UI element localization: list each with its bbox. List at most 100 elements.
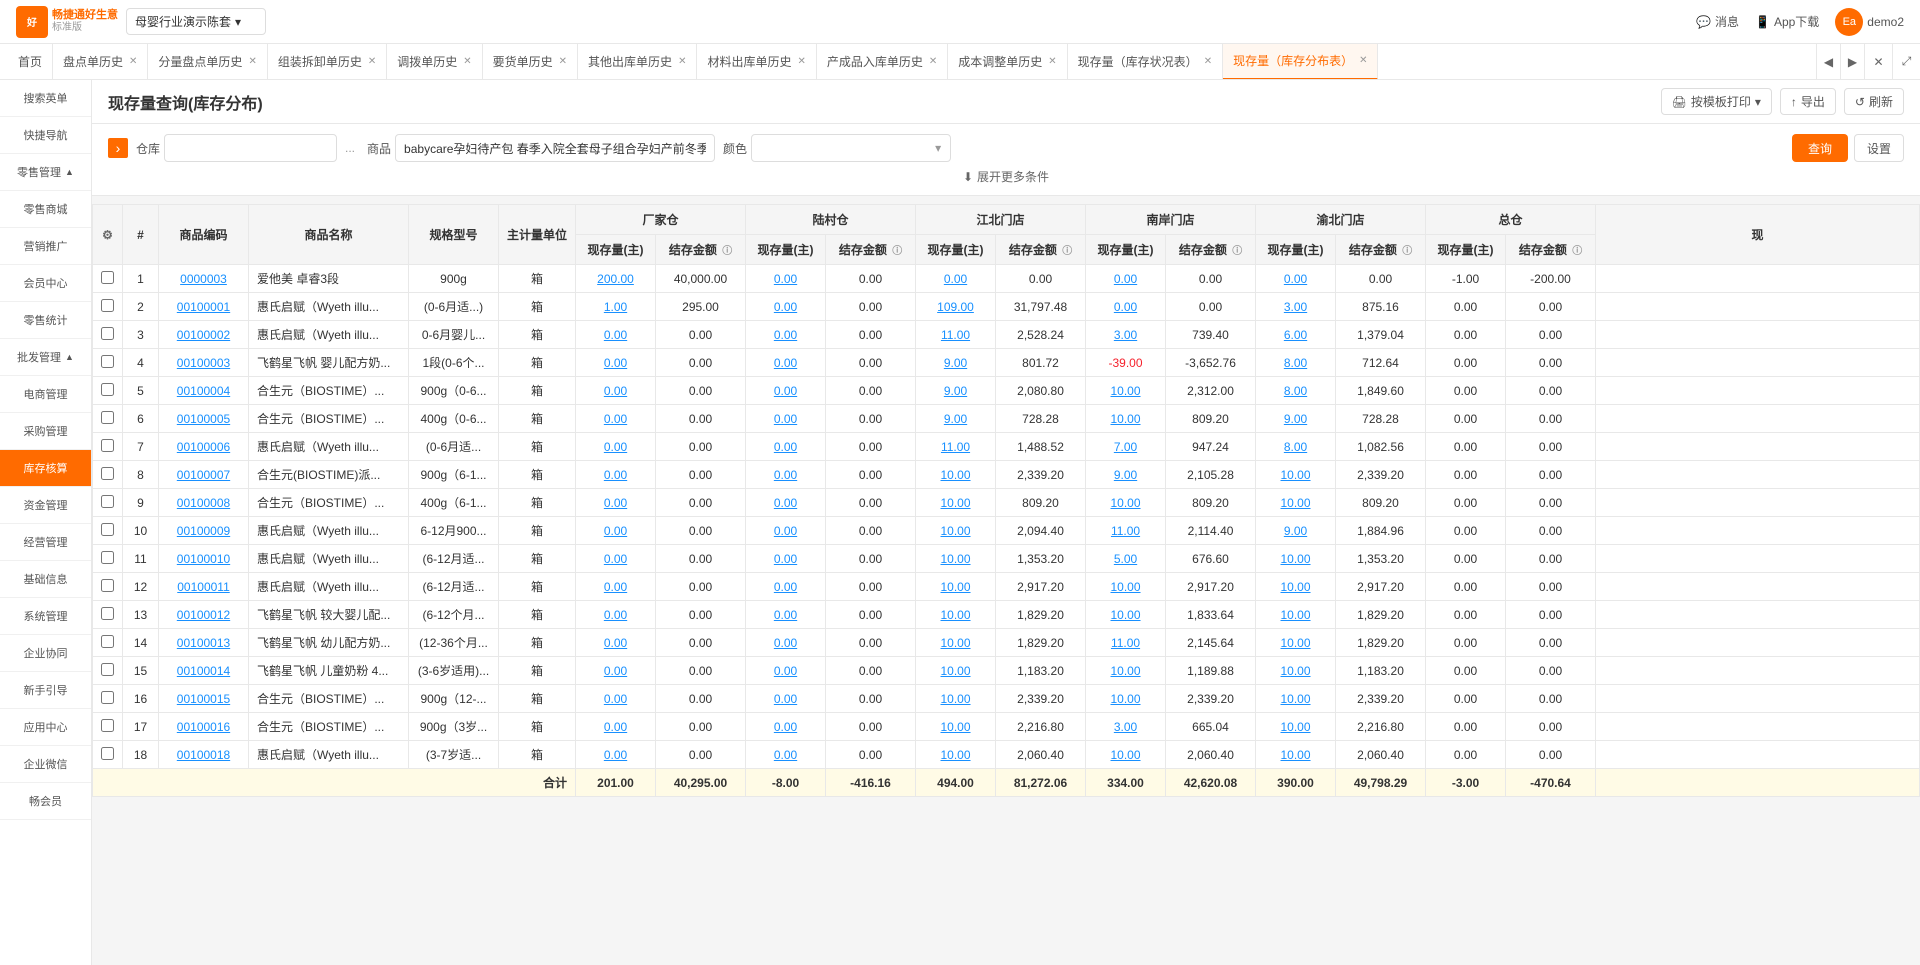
row-checkbox[interactable] [101, 495, 114, 508]
sidebar-item-member[interactable]: 会员中心 [0, 265, 91, 302]
close-icon[interactable]: ✕ [1359, 55, 1367, 66]
close-icon[interactable]: ✕ [678, 56, 686, 67]
sidebar-item-marketing[interactable]: 营销推广 [0, 228, 91, 265]
tab-inventory-status[interactable]: 现存量（库存状况表） ✕ [1068, 44, 1223, 80]
sidebar-item-apps[interactable]: 应用中心 [0, 709, 91, 746]
sidebar-item-member2[interactable]: 畅会员 [0, 783, 91, 820]
nav-close-all[interactable]: ✕ [1864, 44, 1892, 80]
info-icon[interactable]: ⓘ [1062, 246, 1072, 257]
sidebar-item-retail[interactable]: 零售管理 ▲ [0, 154, 91, 191]
export-button[interactable]: ↑ 导出 [1780, 88, 1836, 115]
row-checkbox[interactable] [101, 607, 114, 620]
expand-more[interactable]: ⬇ 展开更多条件 [108, 168, 1904, 185]
tab-inventory-distribution[interactable]: 现存量（库存分布表） ✕ [1223, 44, 1378, 80]
cell-check[interactable] [93, 461, 123, 489]
refresh-button[interactable]: ↺ 刷新 [1844, 88, 1904, 115]
sidebar-item-wholesale[interactable]: 批发管理 ▲ [0, 339, 91, 376]
cell-check[interactable] [93, 657, 123, 685]
tab-product-inbound[interactable]: 产成品入库单历史 ✕ [817, 44, 948, 80]
search-button[interactable]: 查询 [1792, 134, 1848, 162]
cell-check[interactable] [93, 517, 123, 545]
sidebar-item-wechat[interactable]: 企业微信 [0, 746, 91, 783]
message-action[interactable]: 💬 消息 [1696, 13, 1739, 30]
sidebar-item-basic[interactable]: 基础信息 [0, 561, 91, 598]
cell-check[interactable] [93, 545, 123, 573]
cell-check[interactable] [93, 293, 123, 321]
collapse-filter-button[interactable]: › [108, 138, 128, 158]
cell-check[interactable] [93, 489, 123, 517]
close-icon[interactable]: ✕ [559, 56, 567, 67]
row-checkbox[interactable] [101, 691, 114, 704]
sidebar-item-guide[interactable]: 新手引导 [0, 672, 91, 709]
sidebar-item-inventory[interactable]: 库存核算 [0, 450, 91, 487]
sidebar-item-finance[interactable]: 资金管理 [0, 487, 91, 524]
warehouse-dots[interactable]: ... [341, 141, 359, 155]
sidebar-item-nav[interactable]: 快捷导航 [0, 117, 91, 154]
nav-expand[interactable]: ⤢ [1892, 44, 1920, 80]
cell-check[interactable] [93, 321, 123, 349]
row-checkbox[interactable] [101, 411, 114, 424]
row-checkbox[interactable] [101, 551, 114, 564]
row-checkbox[interactable] [101, 635, 114, 648]
tab-assembly[interactable]: 组装拆卸单历史 ✕ [268, 44, 387, 80]
cell-check[interactable] [93, 265, 123, 293]
print-button[interactable]: 🖨 按模板打印 ▾ [1661, 88, 1772, 115]
cell-check[interactable] [93, 741, 123, 769]
sidebar-item-search[interactable]: 搜索英单 [0, 80, 91, 117]
color-input[interactable] [751, 134, 951, 162]
cell-check[interactable] [93, 629, 123, 657]
user-action[interactable]: Ea demo2 [1835, 8, 1904, 36]
row-checkbox[interactable] [101, 439, 114, 452]
sidebar-item-collab[interactable]: 企业协同 [0, 635, 91, 672]
tab-material[interactable]: 材料出库单历史 ✕ [697, 44, 816, 80]
setting-button[interactable]: 设置 [1854, 134, 1904, 162]
info-icon[interactable]: ⓘ [1402, 246, 1412, 257]
tab-portion-check[interactable]: 分量盘点单历史 ✕ [148, 44, 267, 80]
industry-select[interactable]: 母婴行业演示陈套 ▾ [126, 8, 266, 35]
info-icon[interactable]: ⓘ [722, 246, 732, 257]
info-icon[interactable]: ⓘ [1572, 246, 1582, 257]
row-checkbox[interactable] [101, 523, 114, 536]
row-checkbox[interactable] [101, 467, 114, 480]
info-icon[interactable]: ⓘ [1232, 246, 1242, 257]
cell-check[interactable] [93, 685, 123, 713]
close-icon[interactable]: ✕ [1048, 56, 1056, 67]
warehouse-input[interactable] [164, 134, 337, 162]
close-icon[interactable]: ✕ [1204, 56, 1212, 67]
cell-check[interactable] [93, 573, 123, 601]
th-settings[interactable]: ⚙ [93, 205, 123, 265]
nav-next[interactable]: ▶ [1840, 44, 1864, 80]
close-icon[interactable]: ✕ [248, 56, 256, 67]
cell-check[interactable] [93, 405, 123, 433]
sidebar-item-mall[interactable]: 零售商城 [0, 191, 91, 228]
close-icon[interactable]: ✕ [129, 56, 137, 67]
app-download-action[interactable]: 📱 App下载 [1755, 13, 1819, 30]
tab-outbound[interactable]: 其他出库单历史 ✕ [578, 44, 697, 80]
tab-home[interactable]: 首页 [8, 44, 53, 80]
close-icon[interactable]: ✕ [368, 56, 376, 67]
sidebar-item-operations[interactable]: 经营管理 [0, 524, 91, 561]
close-icon[interactable]: ✕ [797, 56, 805, 67]
tab-transfer[interactable]: 调拨单历史 ✕ [387, 44, 482, 80]
close-icon[interactable]: ✕ [463, 56, 471, 67]
cell-check[interactable] [93, 349, 123, 377]
tab-order[interactable]: 要货单历史 ✕ [483, 44, 578, 80]
row-checkbox[interactable] [101, 327, 114, 340]
close-icon[interactable]: ✕ [929, 56, 937, 67]
nav-prev[interactable]: ◀ [1816, 44, 1840, 80]
table-container[interactable]: ⚙ # 商品编码 商品名称 规格型号 主计量单位 厂家仓 陆村仓 江北门店 南岸… [92, 196, 1920, 965]
cell-check[interactable] [93, 713, 123, 741]
row-checkbox[interactable] [101, 747, 114, 760]
row-checkbox[interactable] [101, 719, 114, 732]
cell-check[interactable] [93, 377, 123, 405]
tab-inventory-check[interactable]: 盘点单历史 ✕ [53, 44, 148, 80]
gear-icon[interactable]: ⚙ [102, 228, 113, 242]
tab-cost-adjust[interactable]: 成本调整单历史 ✕ [948, 44, 1067, 80]
row-checkbox[interactable] [101, 271, 114, 284]
row-checkbox[interactable] [101, 383, 114, 396]
goods-input[interactable] [395, 134, 715, 162]
cell-check[interactable] [93, 433, 123, 461]
row-checkbox[interactable] [101, 299, 114, 312]
cell-check[interactable] [93, 601, 123, 629]
sidebar-item-system[interactable]: 系统管理 [0, 598, 91, 635]
